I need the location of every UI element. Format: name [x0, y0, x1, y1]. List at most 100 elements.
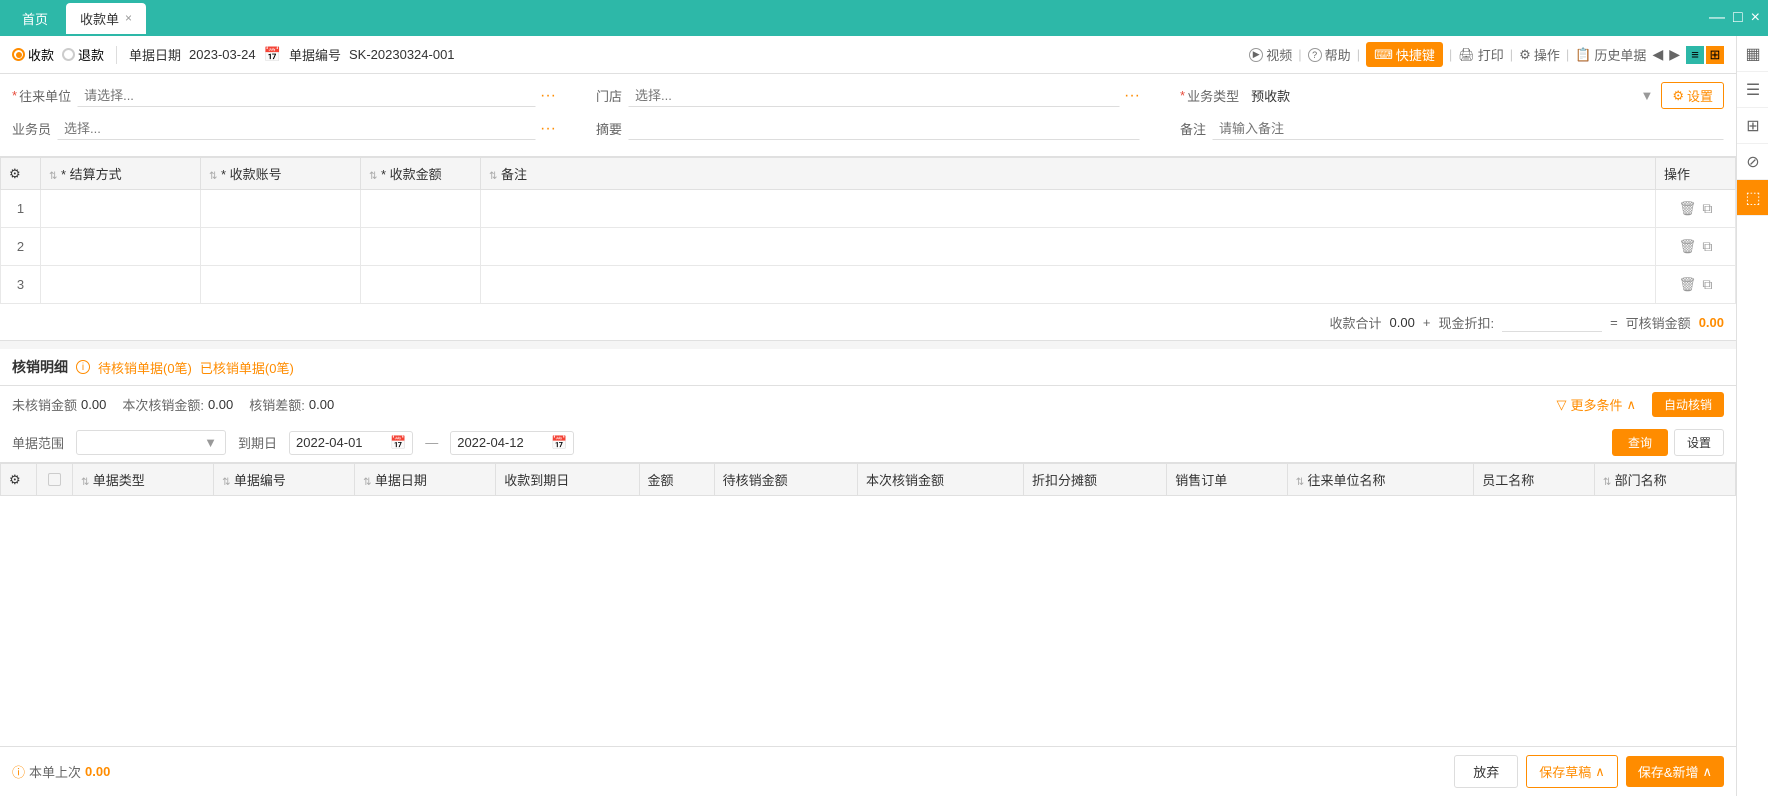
row-2-account[interactable]	[201, 228, 361, 266]
abandon-btn[interactable]: 放弃	[1454, 755, 1518, 788]
row-1-account[interactable]	[201, 190, 361, 228]
list-view-btn[interactable]: ≡	[1686, 46, 1704, 64]
form-row-2: 业务员 ··· 摘要 备注	[12, 117, 1724, 140]
btcol-staff-label: 员工名称	[1482, 473, 1534, 488]
store-more-icon[interactable]: ···	[1124, 87, 1140, 105]
sort-icon-remark[interactable]: ⇅	[489, 171, 497, 182]
grid-view-btn[interactable]: ⊞	[1706, 46, 1724, 64]
row-1-remark[interactable]	[481, 190, 1656, 228]
more-conditions-btn[interactable]: ▽ 更多条件 ∧	[1556, 395, 1636, 414]
done-tag[interactable]: 已核销单据(0笔)	[200, 358, 294, 377]
staff-more-icon[interactable]: ···	[540, 120, 556, 138]
operation-label: 操作	[1534, 45, 1560, 64]
sort-doctype-icon[interactable]: ⇅	[81, 477, 89, 488]
counterpart-input[interactable]	[77, 84, 536, 107]
print-btn[interactable]: 🖨 打印	[1458, 45, 1504, 64]
row-3-copy-icon[interactable]: ⧉	[1702, 276, 1712, 293]
date-from-calendar-icon[interactable]: 📅	[390, 435, 406, 451]
refund-radio[interactable]: 退款	[62, 45, 104, 64]
row-1-amount[interactable]	[361, 190, 481, 228]
row-3-settlement[interactable]	[41, 266, 201, 304]
filter-actions: 查询 设置	[1612, 429, 1724, 456]
row-2-delete-icon[interactable]: 🗑	[1679, 238, 1697, 255]
video-icon: ▶	[1249, 48, 1263, 62]
operation-btn[interactable]: ⚙ 操作	[1519, 45, 1560, 64]
tab-close-icon[interactable]: ×	[125, 11, 132, 25]
row-1-settlement[interactable]	[41, 190, 201, 228]
window-min-icon[interactable]: —	[1709, 9, 1725, 27]
help-label: 帮助	[1325, 45, 1351, 64]
tab-home[interactable]: 首页	[8, 3, 62, 34]
row-3-remark[interactable]	[481, 266, 1656, 304]
receipt-radio[interactable]: 收款	[12, 45, 54, 64]
help-btn[interactable]: ? 帮助	[1308, 45, 1351, 64]
row-3-account[interactable]	[201, 266, 361, 304]
auto-verify-btn[interactable]: 自动核销	[1652, 392, 1724, 417]
date-to-input[interactable]	[457, 435, 547, 450]
counterpart-more-icon[interactable]: ···	[540, 87, 556, 105]
save-new-btn[interactable]: 保存&新增 ∧	[1626, 756, 1724, 787]
biz-type-arrow-icon[interactable]: ▼	[1640, 88, 1653, 103]
sort-counterpart-icon[interactable]: ⇅	[1296, 477, 1304, 488]
save-draft-btn[interactable]: 保存草稿 ∧	[1526, 755, 1618, 788]
settings-btn[interactable]: ⚙ 设置	[1661, 82, 1724, 109]
receipts-table: ⚙ ⇅ * 结算方式 ⇅ * 收款账号 ⇅ * 收款金额	[0, 157, 1736, 304]
verification-table: ⚙ ⇅ 单据类型 ⇅ 单据编号	[0, 463, 1736, 496]
discount-input[interactable]	[1502, 312, 1602, 332]
sidebar-expand-icon[interactable]: ⬚	[1737, 180, 1768, 216]
row-1-delete-icon[interactable]: 🗑	[1679, 200, 1697, 217]
summary-input[interactable]	[628, 117, 1140, 140]
store-input[interactable]	[628, 84, 1120, 107]
sort-icon-amount[interactable]: ⇅	[369, 171, 377, 182]
sidebar-block-icon[interactable]: ⊞	[1737, 108, 1768, 144]
settings-label: 设置	[1687, 86, 1713, 105]
staff-input[interactable]	[57, 117, 536, 140]
row-2-amount[interactable]	[361, 228, 481, 266]
row-3-amount[interactable]	[361, 266, 481, 304]
set-btn[interactable]: 设置	[1674, 429, 1724, 456]
col-amount-label: * 收款金额	[381, 167, 442, 182]
verification-info-icon[interactable]: i	[76, 360, 90, 374]
calendar-icon[interactable]: 📅	[264, 46, 281, 63]
sort-docdate-icon[interactable]: ⇅	[363, 477, 371, 488]
window-max-icon[interactable]: □	[1733, 9, 1743, 27]
sort-icon-settlement[interactable]: ⇅	[49, 171, 57, 182]
col-operation: 操作	[1656, 158, 1736, 190]
query-btn[interactable]: 查询	[1612, 429, 1668, 456]
store-label: 门店	[596, 86, 622, 105]
row-3-delete-icon[interactable]: 🗑	[1679, 276, 1697, 293]
shortcut-btn[interactable]: ⌨ 快捷键	[1366, 42, 1443, 67]
table-settings-icon[interactable]: ⚙	[9, 166, 21, 181]
sort-dept-icon[interactable]: ⇅	[1603, 477, 1611, 488]
history-btn[interactable]: 📋 历史单据	[1575, 45, 1646, 64]
pending-tag[interactable]: 待核销单据(0笔)	[98, 358, 192, 377]
verification-title: 核销明细	[12, 357, 68, 377]
row-2-settlement[interactable]	[41, 228, 201, 266]
sort-icon-account[interactable]: ⇅	[209, 171, 217, 182]
range-select[interactable]: ▼	[76, 430, 226, 455]
row-1-op: 🗑 ⧉	[1656, 190, 1736, 228]
toolbar-right: ▶ 视频 | ? 帮助 | ⌨ 快捷键 | 🖨 打印 |	[1249, 42, 1724, 67]
tab-active[interactable]: 收款单 ×	[66, 3, 146, 34]
sort-docnum-icon[interactable]: ⇅	[222, 477, 230, 488]
video-btn[interactable]: ▶ 视频	[1249, 45, 1292, 64]
col-settlement-label: * 结算方式	[61, 167, 122, 182]
btcol-counterpart-label: 往来单位名称	[1308, 473, 1386, 488]
sidebar-list-icon[interactable]: ☰	[1737, 72, 1768, 108]
window-close-icon[interactable]: ×	[1751, 9, 1760, 27]
btcol-checkbox	[37, 464, 73, 496]
date-to-calendar-icon[interactable]: 📅	[551, 435, 567, 451]
date-from-input[interactable]	[296, 435, 386, 450]
btcol-pending: 待核销金额	[714, 464, 857, 496]
row-1-copy-icon[interactable]: ⧉	[1702, 200, 1712, 217]
bt-settings-icon[interactable]: ⚙	[9, 472, 21, 487]
remark-input[interactable]	[1212, 117, 1724, 140]
sidebar-table-icon[interactable]: ▦	[1737, 36, 1768, 72]
sidebar-link-icon[interactable]: ⊘	[1737, 144, 1768, 180]
row-2-copy-icon[interactable]: ⧉	[1702, 238, 1712, 255]
select-all-checkbox[interactable]	[48, 473, 61, 486]
nav-prev-btn[interactable]: ◀	[1652, 46, 1663, 63]
nav-next-btn[interactable]: ▶	[1669, 46, 1680, 63]
row-2-remark[interactable]	[481, 228, 1656, 266]
verification-header: 核销明细 i 待核销单据(0笔) 已核销单据(0笔)	[0, 349, 1736, 386]
